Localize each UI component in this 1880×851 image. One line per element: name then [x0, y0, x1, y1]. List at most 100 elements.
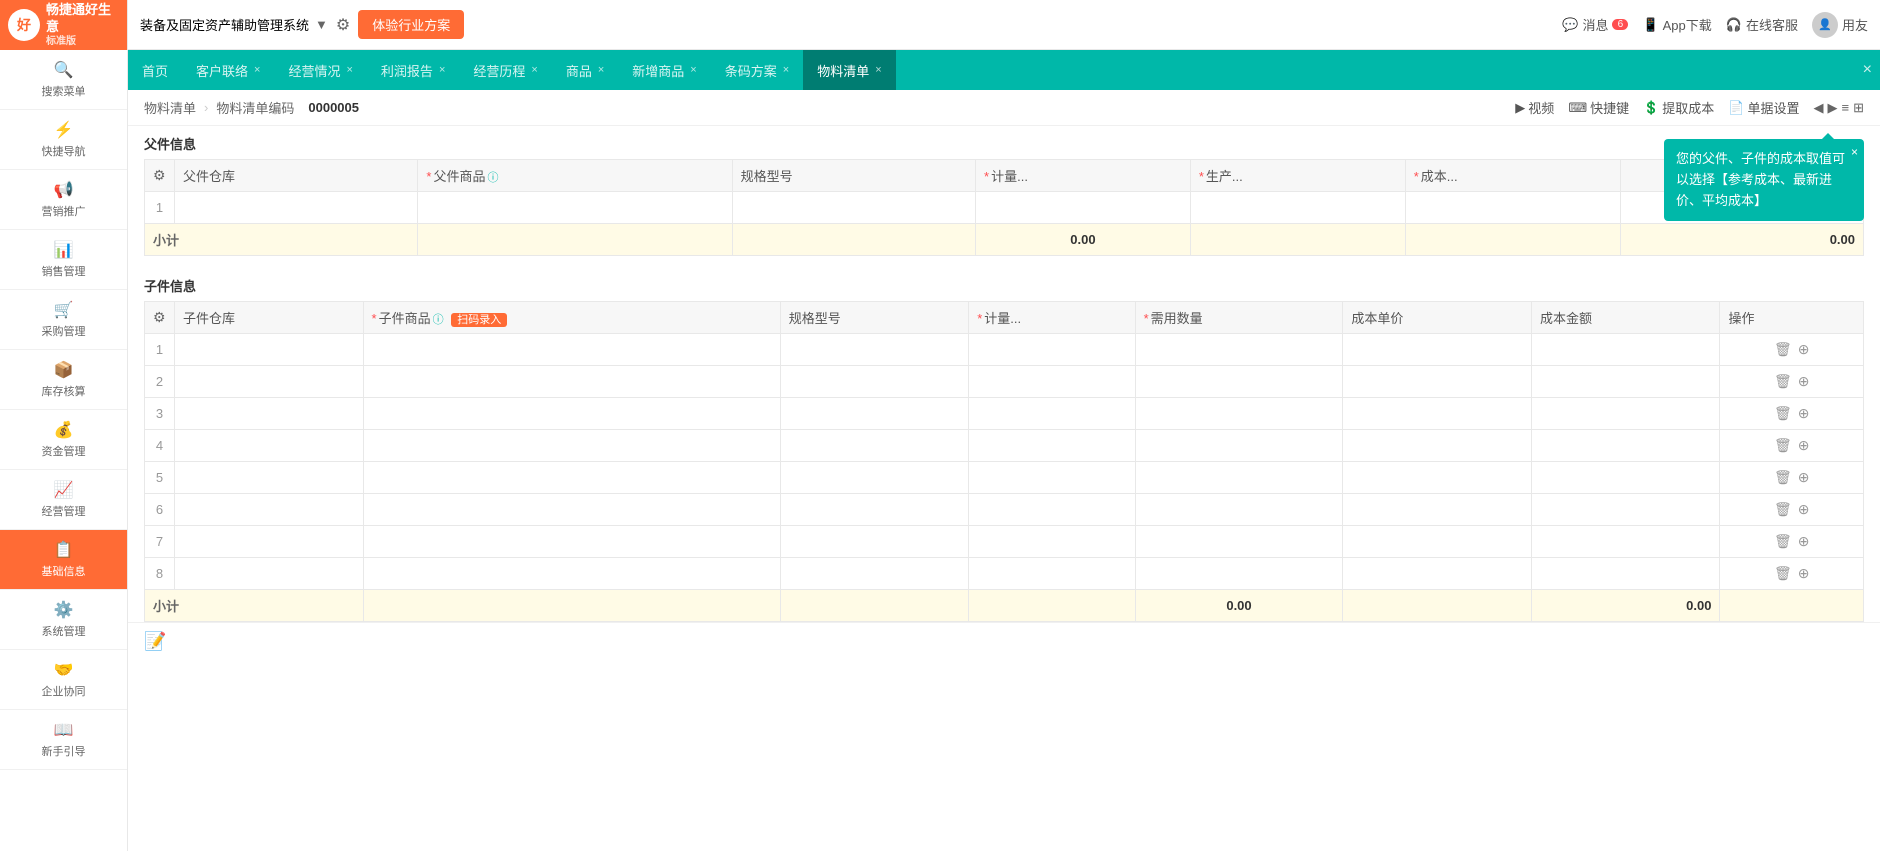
nav-tab-商品[interactable]: 商品× [552, 50, 618, 90]
grid-icon[interactable]: ≡ [1842, 100, 1850, 116]
sidebar-item-资金管理[interactable]: 💰资金管理 [0, 410, 127, 470]
child-product-cell[interactable] [363, 494, 780, 526]
delete-icon[interactable]: 🗑 [1774, 341, 1792, 358]
sidebar-item-新手引导[interactable]: 📖新手引导 [0, 710, 127, 770]
child-qty-cell[interactable] [1135, 334, 1343, 366]
child-unit-cost-cell[interactable] [1343, 366, 1532, 398]
nav-tab-物料清单[interactable]: 物料清单× [803, 50, 895, 90]
child-product-cell[interactable] [363, 334, 780, 366]
copy-icon[interactable]: ⊕ [1798, 341, 1810, 358]
experience-button[interactable]: 体验行业方案 [358, 10, 464, 39]
child-warehouse-cell[interactable] [175, 558, 364, 590]
online-service-item[interactable]: 🎧 在线客服 [1726, 15, 1798, 34]
nav-tab-close-btn[interactable]: × [875, 64, 881, 76]
child-warehouse-cell[interactable] [175, 430, 364, 462]
child-qty-cell[interactable] [1135, 366, 1343, 398]
sidebar-item-采购管理[interactable]: 🛒采购管理 [0, 290, 127, 350]
delete-icon[interactable]: 🗑 [1774, 533, 1792, 550]
child-qty-cell[interactable] [1135, 494, 1343, 526]
nav-tab-close-btn[interactable]: × [254, 64, 260, 76]
sidebar-item-营销推广[interactable]: 📢营销推广 [0, 170, 127, 230]
nav-tab-客户联络[interactable]: 客户联络× [182, 50, 274, 90]
sidebar-item-快捷导航[interactable]: ⚡快捷导航 [0, 110, 127, 170]
child-warehouse-cell[interactable] [175, 494, 364, 526]
child-warehouse-cell[interactable] [175, 526, 364, 558]
sidebar-item-系统管理[interactable]: ⚙️系统管理 [0, 590, 127, 650]
parent-product-cell[interactable] [418, 192, 732, 224]
copy-icon[interactable]: ⊕ [1798, 565, 1810, 582]
child-unit-cell[interactable] [969, 334, 1135, 366]
child-unit-cost-cell[interactable] [1343, 430, 1532, 462]
nav-tab-首页[interactable]: 首页 [128, 50, 182, 90]
child-product-cell[interactable] [363, 526, 780, 558]
child-unit-cell[interactable] [969, 430, 1135, 462]
nav-tab-close-btn[interactable]: × [439, 64, 445, 76]
nav-tab-close-btn[interactable]: × [531, 64, 537, 76]
copy-icon[interactable]: ⊕ [1798, 501, 1810, 518]
next-icon[interactable]: ▶ [1828, 100, 1838, 116]
parent-spec-cell[interactable] [732, 192, 975, 224]
scan-badge[interactable]: 扫码录入 [451, 313, 507, 327]
child-unit-cell[interactable] [969, 494, 1135, 526]
nav-tab-条码方案[interactable]: 条码方案× [711, 50, 803, 90]
parent-cost-cell[interactable] [1405, 192, 1620, 224]
parent-unit-cell[interactable] [976, 192, 1191, 224]
child-spec-cell[interactable] [780, 526, 969, 558]
sidebar-item-经营管理[interactable]: 📈经营管理 [0, 470, 127, 530]
nav-tab-经营历程[interactable]: 经营历程× [459, 50, 551, 90]
dropdown-arrow-icon[interactable]: ▼ [315, 17, 328, 32]
child-spec-cell[interactable] [780, 366, 969, 398]
sidebar-item-销售管理[interactable]: 📊销售管理 [0, 230, 127, 290]
child-unit-cost-cell[interactable] [1343, 398, 1532, 430]
child-warehouse-cell[interactable] [175, 462, 364, 494]
tooltip-close-btn[interactable]: × [1851, 143, 1858, 162]
child-unit-cost-cell[interactable] [1343, 558, 1532, 590]
delete-icon[interactable]: 🗑 [1774, 373, 1792, 390]
child-warehouse-cell[interactable] [175, 398, 364, 430]
child-qty-cell[interactable] [1135, 462, 1343, 494]
nav-tab-利润报告[interactable]: 利润报告× [367, 50, 459, 90]
child-product-cell[interactable] [363, 398, 780, 430]
child-warehouse-cell[interactable] [175, 366, 364, 398]
child-unit-cost-cell[interactable] [1343, 526, 1532, 558]
delete-icon[interactable]: 🗑 [1774, 405, 1792, 422]
child-unit-cell[interactable] [969, 366, 1135, 398]
child-spec-cell[interactable] [780, 462, 969, 494]
prev-icon[interactable]: ◀ [1814, 100, 1824, 116]
child-unit-cost-cell[interactable] [1343, 462, 1532, 494]
child-warehouse-cell[interactable] [175, 334, 364, 366]
sidebar-item-企业协同[interactable]: 🤝企业协同 [0, 650, 127, 710]
parent-warehouse-cell[interactable] [175, 192, 418, 224]
nav-tab-经营情况[interactable]: 经营情况× [274, 50, 366, 90]
child-unit-cost-cell[interactable] [1343, 494, 1532, 526]
child-spec-cell[interactable] [780, 558, 969, 590]
copy-icon[interactable]: ⊕ [1798, 469, 1810, 486]
child-spec-cell[interactable] [780, 494, 969, 526]
child-spec-cell[interactable] [780, 398, 969, 430]
sidebar-item-基础信息[interactable]: 📋基础信息 [0, 530, 127, 590]
child-col-settings[interactable]: ⚙ [145, 302, 175, 334]
settings-icon[interactable]: ⚙ [336, 15, 350, 35]
child-spec-cell[interactable] [780, 430, 969, 462]
sidebar-item-库存核算[interactable]: 📦库存核算 [0, 350, 127, 410]
nav-tab-close-btn[interactable]: × [690, 64, 696, 76]
delete-icon[interactable]: 🗑 [1774, 469, 1792, 486]
child-unit-cell[interactable] [969, 462, 1135, 494]
child-qty-cell[interactable] [1135, 398, 1343, 430]
user-item[interactable]: 👤 用友 [1812, 12, 1868, 38]
child-qty-cell[interactable] [1135, 526, 1343, 558]
app-download-item[interactable]: 📱 App下载 [1642, 15, 1711, 34]
copy-icon[interactable]: ⊕ [1798, 437, 1810, 454]
child-product-cell[interactable] [363, 462, 780, 494]
delete-icon[interactable]: 🗑 [1774, 437, 1792, 454]
child-unit-cell[interactable] [969, 526, 1135, 558]
child-qty-cell[interactable] [1135, 430, 1343, 462]
copy-icon[interactable]: ⊕ [1798, 405, 1810, 422]
child-unit-cell[interactable] [969, 558, 1135, 590]
parent-col-settings[interactable]: ⚙ [145, 160, 175, 192]
child-unit-cost-cell[interactable] [1343, 334, 1532, 366]
child-product-cell[interactable] [363, 558, 780, 590]
child-product-cell[interactable] [363, 366, 780, 398]
child-qty-cell[interactable] [1135, 558, 1343, 590]
parent-production-cell[interactable] [1190, 192, 1405, 224]
